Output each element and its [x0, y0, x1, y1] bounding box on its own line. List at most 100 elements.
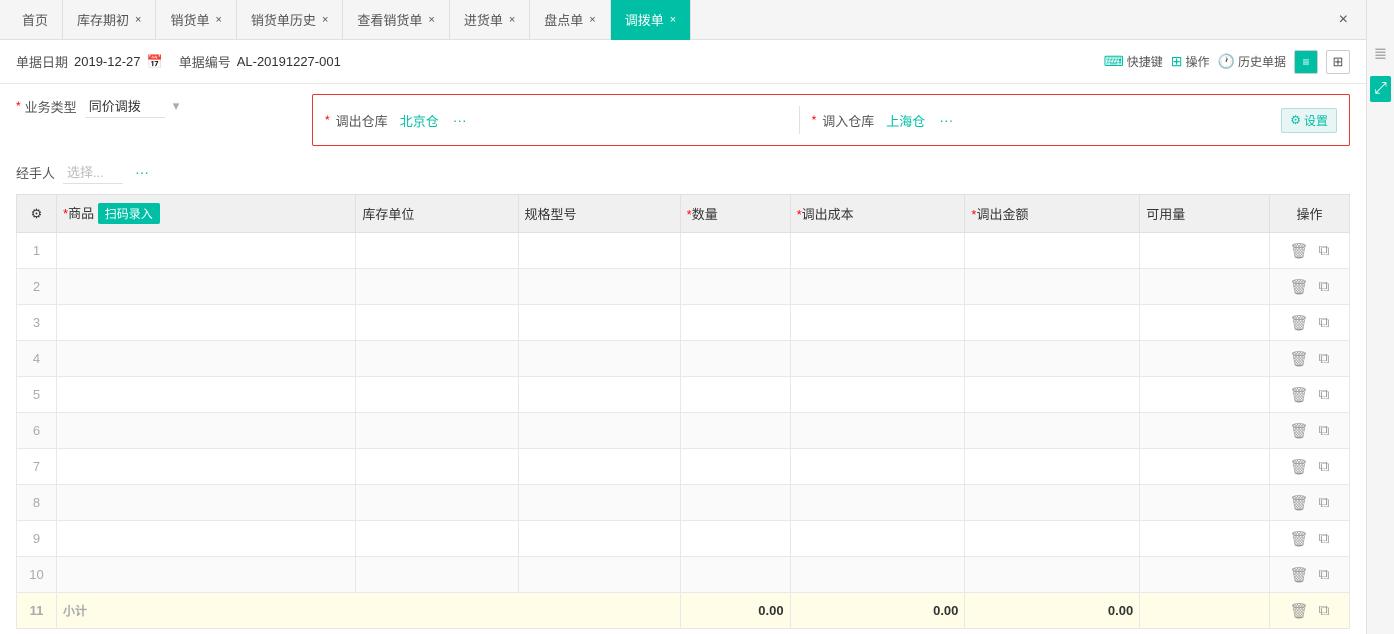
- cost-cell-9[interactable]: [790, 521, 965, 557]
- delete-button-4[interactable]: 🗑: [1288, 350, 1311, 368]
- tab-purchase-order[interactable]: 进货单 ×: [450, 0, 530, 40]
- history-button[interactable]: 🕐 历史单据: [1218, 53, 1286, 70]
- unit-cell-9[interactable]: [356, 521, 518, 557]
- copy-button-5[interactable]: ⧉: [1317, 386, 1332, 403]
- spec-cell-5[interactable]: [518, 377, 680, 413]
- close-all-tabs-button[interactable]: ×: [1329, 11, 1358, 29]
- unit-cell-8[interactable]: [356, 485, 518, 521]
- lines-view-button[interactable]: ≡: [1294, 50, 1318, 74]
- cost-cell-4[interactable]: [790, 341, 965, 377]
- unit-cell-3[interactable]: [356, 305, 518, 341]
- delete-button-8[interactable]: 🗑: [1288, 494, 1311, 512]
- product-cell-4[interactable]: [57, 341, 356, 377]
- tab-view-sales[interactable]: 查看销货单 ×: [343, 0, 449, 40]
- grid-view-button[interactable]: ⊞: [1326, 50, 1350, 74]
- unit-cell-6[interactable]: [356, 413, 518, 449]
- copy-button-3[interactable]: ⧉: [1317, 314, 1332, 331]
- delete-button-3[interactable]: 🗑: [1288, 314, 1311, 332]
- business-type-value[interactable]: 同价调拨: [85, 94, 165, 118]
- tab-stocktake-close[interactable]: ×: [589, 14, 595, 26]
- product-cell-11[interactable]: 小计: [57, 593, 681, 629]
- tab-sales-order[interactable]: 销货单 ×: [156, 0, 236, 40]
- copy-button-6[interactable]: ⧉: [1317, 422, 1332, 439]
- delete-button-5[interactable]: 🗑: [1288, 386, 1311, 404]
- delete-button-7[interactable]: 🗑: [1288, 458, 1311, 476]
- tab-home[interactable]: 首页: [8, 0, 63, 40]
- transfer-in-more-icon[interactable]: ···: [939, 112, 953, 128]
- tab-transfer-close[interactable]: ×: [670, 14, 676, 26]
- unit-cell-5[interactable]: [356, 377, 518, 413]
- tab-sales-history-close[interactable]: ×: [322, 14, 328, 26]
- sidebar-list-icon[interactable]: ≣: [1370, 40, 1391, 68]
- spec-cell-1[interactable]: [518, 233, 680, 269]
- quantity-cell-5[interactable]: [680, 377, 790, 413]
- delete-button-11[interactable]: 🗑: [1288, 602, 1311, 620]
- unit-cell-7[interactable]: [356, 449, 518, 485]
- cost-cell-5[interactable]: [790, 377, 965, 413]
- tab-transfer[interactable]: 调拨单 ×: [611, 0, 691, 40]
- spec-cell-6[interactable]: [518, 413, 680, 449]
- cost-cell-10[interactable]: [790, 557, 965, 593]
- amount-cell-2[interactable]: [965, 269, 1140, 305]
- sidebar-expand-icon[interactable]: ⤢: [1370, 76, 1391, 102]
- tab-stocktake[interactable]: 盘点单 ×: [530, 0, 610, 40]
- amount-cell-6[interactable]: [965, 413, 1140, 449]
- unit-cell-2[interactable]: [356, 269, 518, 305]
- amount-cell-9[interactable]: [965, 521, 1140, 557]
- transfer-in-value[interactable]: 上海仓: [886, 111, 925, 130]
- unit-cell-10[interactable]: [356, 557, 518, 593]
- product-cell-2[interactable]: [57, 269, 356, 305]
- spec-cell-10[interactable]: [518, 557, 680, 593]
- tab-sales-history[interactable]: 销货单历史 ×: [237, 0, 343, 40]
- amount-cell-4[interactable]: [965, 341, 1140, 377]
- shortcuts-button[interactable]: ⌨ 快捷键: [1104, 53, 1163, 70]
- tab-purchase-order-close[interactable]: ×: [509, 14, 515, 26]
- amount-cell-10[interactable]: [965, 557, 1140, 593]
- product-cell-1[interactable]: [57, 233, 356, 269]
- table-header-gear[interactable]: ⚙: [17, 195, 57, 233]
- quantity-cell-10[interactable]: [680, 557, 790, 593]
- cost-cell-1[interactable]: [790, 233, 965, 269]
- product-cell-8[interactable]: [57, 485, 356, 521]
- cost-cell-7[interactable]: [790, 449, 965, 485]
- quantity-cell-1[interactable]: [680, 233, 790, 269]
- product-cell-10[interactable]: [57, 557, 356, 593]
- tab-sales-order-close[interactable]: ×: [215, 14, 221, 26]
- product-cell-9[interactable]: [57, 521, 356, 557]
- delete-button-9[interactable]: 🗑: [1288, 530, 1311, 548]
- transfer-out-value[interactable]: 北京仓: [400, 111, 439, 130]
- copy-button-1[interactable]: ⧉: [1317, 242, 1332, 259]
- quantity-cell-2[interactable]: [680, 269, 790, 305]
- amount-cell-7[interactable]: [965, 449, 1140, 485]
- copy-button-4[interactable]: ⧉: [1317, 350, 1332, 367]
- copy-button-2[interactable]: ⧉: [1317, 278, 1332, 295]
- quantity-cell-9[interactable]: [680, 521, 790, 557]
- delete-button-2[interactable]: 🗑: [1288, 278, 1311, 296]
- delete-button-6[interactable]: 🗑: [1288, 422, 1311, 440]
- business-type-dropdown-icon[interactable]: ▾: [173, 98, 180, 114]
- copy-button-10[interactable]: ⧉: [1317, 566, 1332, 583]
- handler-value[interactable]: 选择...: [63, 160, 123, 184]
- handler-more-icon[interactable]: ···: [135, 164, 149, 180]
- product-cell-3[interactable]: [57, 305, 356, 341]
- quantity-cell-6[interactable]: [680, 413, 790, 449]
- copy-button-9[interactable]: ⧉: [1317, 530, 1332, 547]
- delete-button-1[interactable]: 🗑: [1288, 242, 1311, 260]
- amount-cell-1[interactable]: [965, 233, 1140, 269]
- scan-input-button[interactable]: 扫码录入: [98, 203, 160, 224]
- cost-cell-2[interactable]: [790, 269, 965, 305]
- tab-inventory-init[interactable]: 库存期初 ×: [63, 0, 156, 40]
- product-cell-7[interactable]: [57, 449, 356, 485]
- unit-cell-1[interactable]: [356, 233, 518, 269]
- amount-cell-5[interactable]: [965, 377, 1140, 413]
- copy-button-11[interactable]: ⧉: [1317, 602, 1332, 619]
- transfer-out-more-icon[interactable]: ···: [453, 112, 467, 128]
- unit-cell-4[interactable]: [356, 341, 518, 377]
- product-cell-6[interactable]: [57, 413, 356, 449]
- tab-inventory-init-close[interactable]: ×: [135, 14, 141, 26]
- spec-cell-8[interactable]: [518, 485, 680, 521]
- quantity-cell-4[interactable]: [680, 341, 790, 377]
- quantity-cell-7[interactable]: [680, 449, 790, 485]
- copy-button-7[interactable]: ⧉: [1317, 458, 1332, 475]
- product-cell-5[interactable]: [57, 377, 356, 413]
